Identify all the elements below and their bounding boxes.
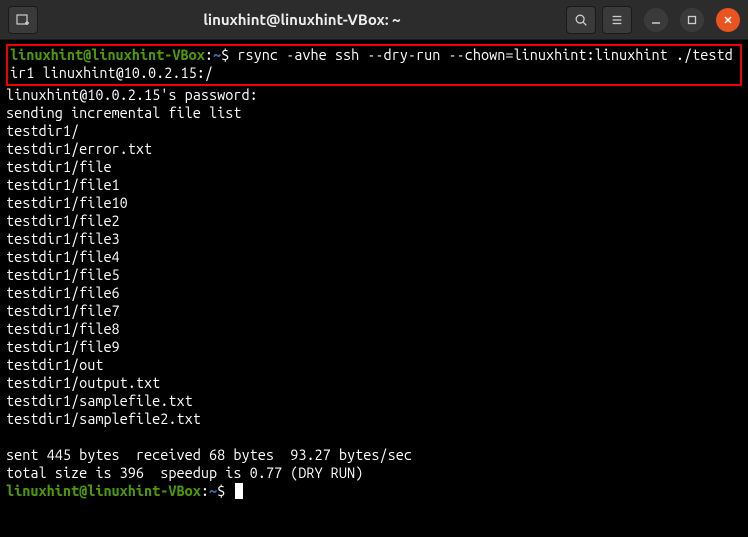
prompt-path: ~ xyxy=(213,46,221,63)
maximize-icon xyxy=(687,15,697,25)
prompt-separator: : xyxy=(205,46,213,63)
minimize-button[interactable] xyxy=(644,8,668,32)
terminal-output: linuxhint@10.0.2.15's password: sending … xyxy=(6,86,412,481)
new-tab-icon xyxy=(15,12,31,28)
prompt-user-host: linuxhint@linuxhint-VBox xyxy=(10,46,205,63)
titlebar-right xyxy=(566,6,740,34)
minimize-icon xyxy=(651,15,661,25)
menu-button[interactable] xyxy=(602,6,632,34)
new-tab-button[interactable] xyxy=(8,6,38,34)
prompt-path-2: ~ xyxy=(209,482,217,499)
titlebar: linuxhint@linuxhint-VBox: ~ xyxy=(0,0,748,40)
close-button[interactable] xyxy=(716,8,740,32)
highlighted-command-block: linuxhint@linuxhint-VBox:~$ rsync -avhe … xyxy=(6,44,742,86)
search-button[interactable] xyxy=(566,6,596,34)
hamburger-icon xyxy=(610,13,624,27)
cursor xyxy=(235,483,243,499)
search-icon xyxy=(574,13,588,27)
close-icon xyxy=(723,15,733,25)
terminal-body[interactable]: linuxhint@linuxhint-VBox:~$ rsync -avhe … xyxy=(0,40,748,537)
window-title: linuxhint@linuxhint-VBox: ~ xyxy=(38,11,566,28)
maximize-button[interactable] xyxy=(680,8,704,32)
titlebar-left xyxy=(8,6,38,34)
prompt-user-host-2: linuxhint@linuxhint-VBox xyxy=(6,482,201,499)
